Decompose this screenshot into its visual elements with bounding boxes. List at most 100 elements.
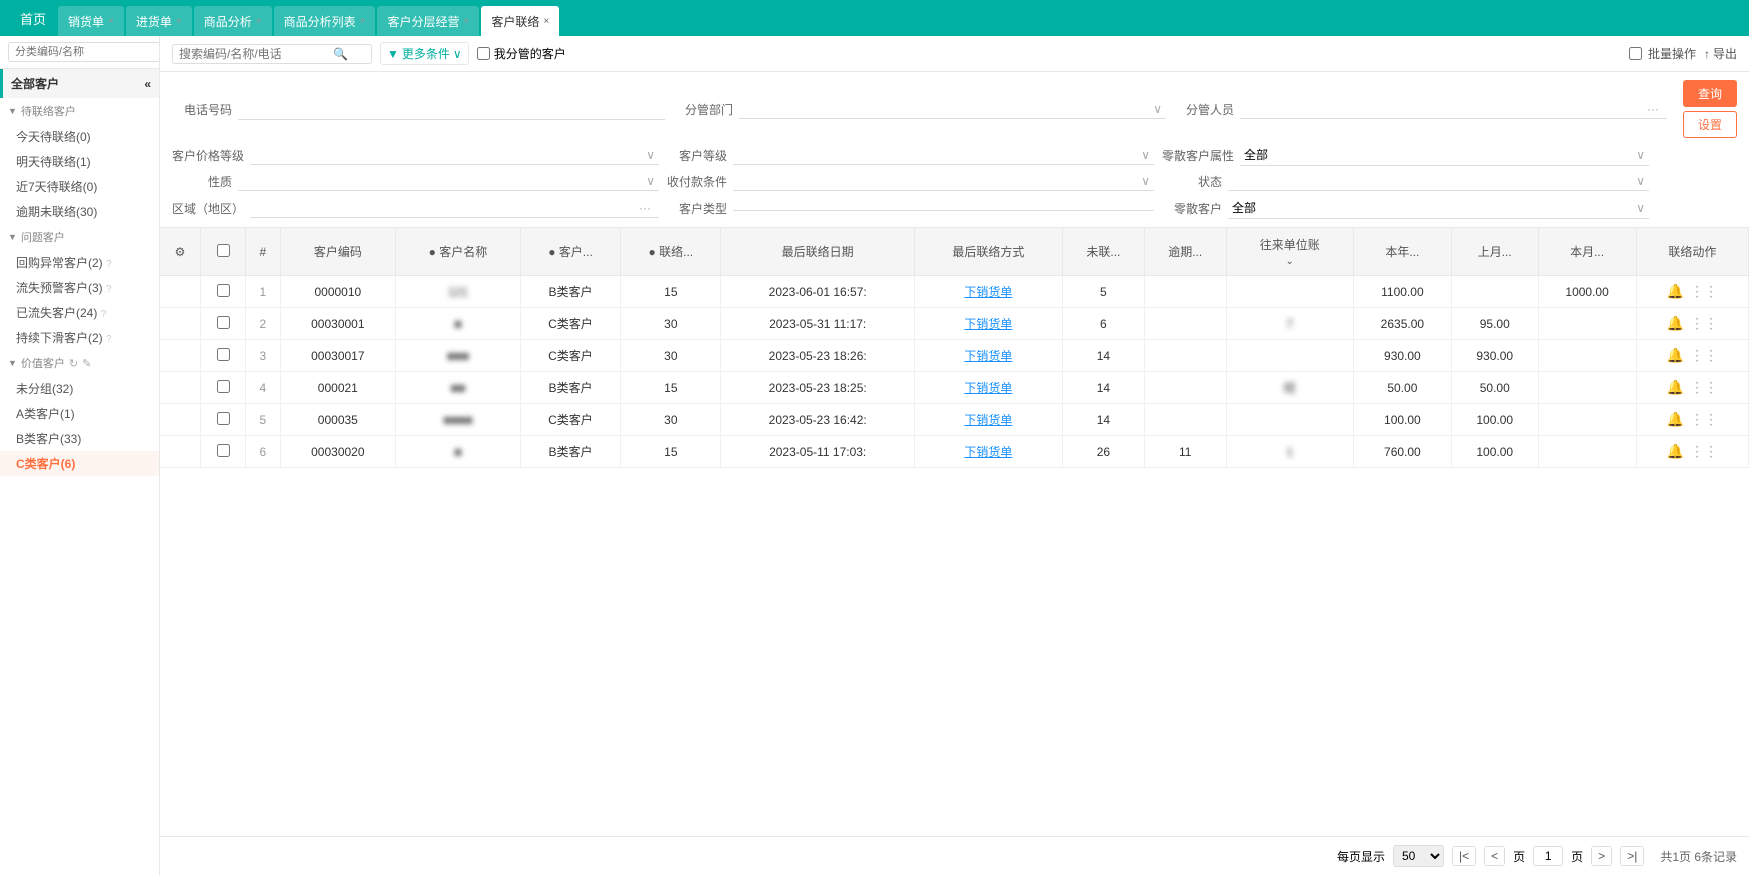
more-action-icon[interactable]: ⋮⋮ (1690, 411, 1718, 428)
dept-select[interactable]: ∨ (739, 100, 1166, 119)
col-not-linked[interactable]: 未联... (1062, 228, 1144, 276)
nav-tab-purchase[interactable]: 进货单 × (126, 6, 192, 36)
close-icon[interactable]: × (256, 16, 262, 27)
collapse-icon[interactable]: « (144, 77, 151, 91)
sidebar-item-c-class[interactable]: C类客户(6) (0, 451, 159, 476)
row-select-checkbox[interactable] (217, 412, 230, 425)
my-customers-checkbox[interactable] (477, 47, 490, 60)
close-icon[interactable]: × (463, 16, 469, 27)
row-last-method[interactable]: 下销货单 (914, 372, 1062, 404)
link-action-icon[interactable]: 🔔 (1667, 283, 1684, 300)
status-select[interactable]: ∨ (1228, 172, 1649, 191)
col-code[interactable]: 客户编码 (280, 228, 396, 276)
payment-select[interactable]: ∨ (733, 172, 1154, 191)
sidebar-item-7days[interactable]: 近7天待联络(0) (0, 174, 159, 199)
col-type[interactable]: ● 客户... (520, 228, 620, 276)
nav-tab-product-analysis[interactable]: 商品分析 × (194, 6, 272, 36)
more-action-icon[interactable]: ⋮⋮ (1690, 315, 1718, 332)
more-conditions-btn[interactable]: ▼ 更多条件 ∨ (380, 42, 469, 65)
col-this-year[interactable]: 本年... (1353, 228, 1451, 276)
row-last-method[interactable]: 下销货单 (914, 276, 1062, 308)
col-last-month[interactable]: 上月... (1451, 228, 1538, 276)
sidebar-item-repurchase[interactable]: 回购异常客户(2) ? (0, 250, 159, 275)
row-last-method[interactable]: 下销货单 (914, 436, 1062, 468)
current-page-input[interactable] (1533, 846, 1563, 866)
row-checkbox[interactable] (201, 276, 246, 308)
row-checkbox[interactable] (201, 436, 246, 468)
value-grade-select[interactable]: ∨ (250, 146, 659, 165)
phone-input[interactable] (238, 99, 665, 120)
sidebar-item-declining[interactable]: 持续下滑客户(2) ? (0, 325, 159, 350)
nav-tab-customer-tier[interactable]: 客户分层经营 × (377, 6, 479, 36)
row-checkbox[interactable] (201, 372, 246, 404)
per-page-select[interactable]: 50 20 100 (1393, 845, 1444, 867)
manager-select[interactable]: ··· (1240, 100, 1667, 119)
first-page-btn[interactable]: |< (1452, 846, 1476, 866)
row-select-checkbox[interactable] (217, 444, 230, 457)
region-select[interactable]: ··· (250, 199, 659, 218)
sidebar-item-a-class[interactable]: A类客户(1) (0, 401, 159, 426)
more-action-icon[interactable]: ⋮⋮ (1690, 347, 1718, 364)
close-icon[interactable]: × (176, 16, 182, 27)
my-customers-checkbox-wrap[interactable]: 我分管的客户 (477, 45, 566, 62)
select-all-checkbox[interactable] (217, 244, 230, 257)
link-action-icon[interactable]: 🔔 (1667, 347, 1684, 364)
row-select-checkbox[interactable] (217, 284, 230, 297)
col-settings[interactable]: ⚙ (160, 228, 201, 276)
row-checkbox[interactable] (201, 308, 246, 340)
more-action-icon[interactable]: ⋮⋮ (1690, 443, 1718, 460)
bulk-op-btn[interactable]: 批量操作 (1629, 45, 1696, 62)
more-icon[interactable]: ··· (1643, 102, 1663, 116)
search-icon[interactable]: 🔍 (333, 47, 348, 61)
sidebar-item-today[interactable]: 今天待联络(0) (0, 124, 159, 149)
sidebar-item-ungrouped[interactable]: 未分组(32) (0, 376, 159, 401)
nav-tab-customer-contact[interactable]: 客户联络 × (481, 6, 559, 36)
prev-page-btn[interactable]: < (1484, 846, 1505, 866)
close-icon[interactable]: × (543, 16, 549, 27)
row-select-checkbox[interactable] (217, 380, 230, 393)
search-input[interactable] (179, 47, 329, 61)
query-button[interactable]: 查询 (1683, 80, 1737, 107)
col-checkbox[interactable] (201, 228, 246, 276)
retail-cust-select[interactable]: 全部 ∨ (1228, 197, 1649, 219)
sidebar-all-customers[interactable]: 全部客户 « (0, 69, 159, 98)
col-last-method[interactable]: 最后联络方式 (914, 228, 1062, 276)
more-icon[interactable]: ··· (635, 201, 655, 215)
col-this-month[interactable]: 本月... (1538, 228, 1636, 276)
nav-tab-product-list[interactable]: 商品分析列表 × (274, 6, 376, 36)
link-action-icon[interactable]: 🔔 (1667, 443, 1684, 460)
gender-select[interactable]: ∨ (238, 172, 659, 191)
sidebar-item-overdue[interactable]: 逾期未联络(30) (0, 199, 159, 224)
export-btn[interactable]: ↑ 导出 (1704, 45, 1737, 62)
close-icon[interactable]: × (360, 16, 366, 27)
row-select-checkbox[interactable] (217, 348, 230, 361)
link-action-icon[interactable]: 🔔 (1667, 379, 1684, 396)
cust-grade-select[interactable]: ∨ (733, 146, 1154, 165)
sidebar-item-churn-warning[interactable]: 流失预警客户(3) ? (0, 275, 159, 300)
col-contact[interactable]: ● 联络... (621, 228, 721, 276)
nav-tab-sales[interactable]: 销货单 × (58, 6, 124, 36)
row-last-method[interactable]: 下销货单 (914, 404, 1062, 436)
next-page-btn[interactable]: > (1591, 846, 1612, 866)
sidebar-search-input[interactable] (8, 42, 160, 62)
sidebar-item-b-class[interactable]: B类客户(33) (0, 426, 159, 451)
row-checkbox[interactable] (201, 340, 246, 372)
cust-type-select[interactable] (733, 206, 1154, 211)
col-overdue[interactable]: 逾期... (1144, 228, 1226, 276)
sidebar-item-tomorrow[interactable]: 明天待联络(1) (0, 149, 159, 174)
row-last-method[interactable]: 下销货单 (914, 308, 1062, 340)
last-page-btn[interactable]: >| (1620, 846, 1644, 866)
row-last-method[interactable]: 下销货单 (914, 340, 1062, 372)
retail-attr-select[interactable]: 全部 ∨ (1240, 144, 1649, 166)
more-action-icon[interactable]: ⋮⋮ (1690, 283, 1718, 300)
close-icon[interactable]: × (108, 16, 114, 27)
bulk-checkbox[interactable] (1629, 47, 1642, 60)
row-checkbox[interactable] (201, 404, 246, 436)
link-action-icon[interactable]: 🔔 (1667, 315, 1684, 332)
sidebar-item-churned[interactable]: 已流失客户(24) ? (0, 300, 159, 325)
link-action-icon[interactable]: 🔔 (1667, 411, 1684, 428)
more-action-icon[interactable]: ⋮⋮ (1690, 379, 1718, 396)
col-last-date[interactable]: 最后联络日期 (721, 228, 914, 276)
col-account[interactable]: 往来单位账 ⌄ (1226, 228, 1353, 276)
row-select-checkbox[interactable] (217, 316, 230, 329)
